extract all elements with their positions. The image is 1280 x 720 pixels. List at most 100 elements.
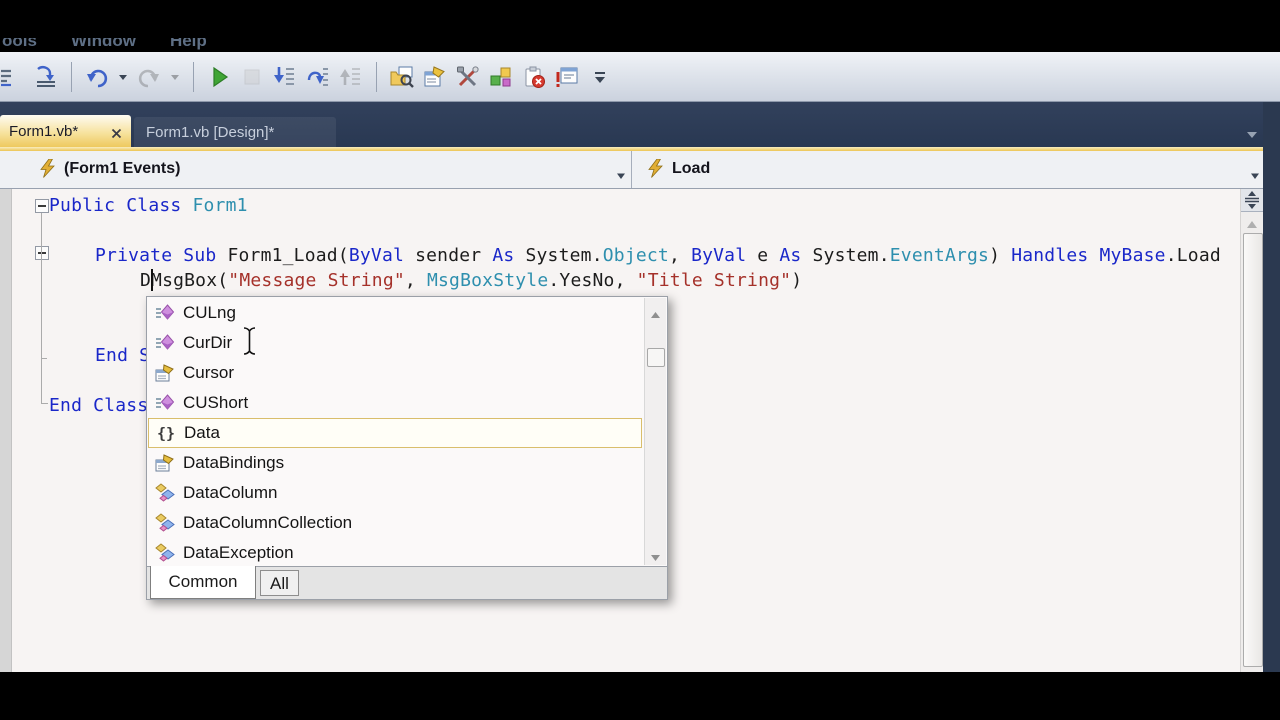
standard-toolbar [0, 52, 1280, 102]
code-token: As [492, 245, 526, 266]
completion-item-curdir[interactable]: CurDir [148, 328, 642, 358]
scroll-up-icon[interactable] [1246, 216, 1258, 228]
edit-lines-icon[interactable] [0, 64, 26, 90]
outline-tick [42, 358, 47, 359]
start-debugging-icon[interactable] [206, 64, 232, 90]
error-list-icon[interactable] [521, 64, 547, 90]
method-icon [155, 333, 175, 353]
code-token: ByVal [691, 245, 758, 266]
completion-item-cursor[interactable]: Cursor [148, 358, 642, 388]
completion-label: DataBindings [183, 453, 285, 472]
scrollbar-thumb[interactable] [647, 348, 665, 367]
undo-lines-icon[interactable] [33, 64, 59, 90]
vs-ide-window: ools Window Help Form1.vb* Form1.vb [Desig… [0, 0, 1280, 720]
completion-item-culng[interactable]: CULng [148, 298, 642, 328]
class-icon [155, 543, 175, 563]
property-icon [155, 363, 175, 383]
completion-label: Data [184, 423, 220, 442]
split-editor-handle[interactable] [1241, 189, 1263, 212]
collapse-region-button[interactable] [35, 246, 49, 260]
code-token: , [404, 270, 427, 291]
code-token: ) [791, 270, 803, 291]
property-icon [155, 453, 175, 473]
code-line: Public Class Form1 [49, 193, 248, 218]
completion-label: DataException [183, 543, 294, 562]
tab-form1-vb[interactable]: Form1.vb* [0, 115, 131, 147]
code-token: Form1_Load( [227, 245, 349, 266]
method-icon [155, 303, 175, 323]
completion-label: CULng [183, 303, 236, 322]
text-caret [151, 269, 153, 291]
method-combobox[interactable]: Load [672, 160, 710, 178]
toolbar-separator [193, 61, 194, 92]
window-edge [1263, 102, 1280, 672]
completion-item-datacolumncollection[interactable]: DataColumnCollection [148, 508, 642, 538]
completion-item-data[interactable]: {} Data [148, 418, 642, 448]
code-token: DMsgBox( [140, 270, 229, 291]
dropdown-arrow-icon[interactable] [117, 64, 129, 90]
outline-guide-line [41, 213, 42, 403]
completion-item-datacolumn[interactable]: DataColumn [148, 478, 642, 508]
chevron-down-icon[interactable] [616, 167, 626, 179]
close-icon[interactable] [111, 126, 122, 138]
menu-item-ools[interactable]: ools [2, 38, 37, 51]
completion-list[interactable]: CULng CurDir Cursor CUShort {} Data DataBindin… [146, 296, 668, 567]
scrollbar-thumb[interactable] [1243, 233, 1263, 667]
completion-label: Cursor [183, 363, 235, 382]
outline-tick [41, 403, 48, 404]
completion-item-databindings[interactable]: DataBindings [148, 448, 642, 478]
code-token: sender [415, 245, 493, 266]
namespace-icon: {} [156, 423, 176, 443]
code-token: System. [812, 245, 890, 266]
properties-window-icon[interactable] [422, 64, 448, 90]
menu-item-help[interactable]: Help [170, 38, 207, 51]
menu-item-window[interactable]: Window [71, 38, 136, 51]
editor-vertical-scrollbar[interactable] [1240, 189, 1263, 672]
scroll-up-icon[interactable] [650, 306, 661, 318]
code-token: ) [989, 245, 1012, 266]
completion-scrollbar[interactable] [644, 298, 666, 565]
code-token: As [779, 245, 813, 266]
class-icon [155, 483, 175, 503]
chevron-down-icon[interactable] [1250, 167, 1260, 179]
tab-all[interactable]: All [260, 570, 299, 596]
tab-label: Form1.vb* [9, 122, 79, 140]
toolbar-separator [376, 61, 377, 92]
document-list-chevron-icon[interactable] [1246, 127, 1258, 138]
code-token: Private Sub [95, 245, 228, 266]
code-token: End Class [49, 395, 149, 416]
letterbox-top [0, 0, 1280, 38]
undo-icon[interactable] [84, 64, 110, 90]
solution-explorer-icon[interactable] [389, 64, 415, 90]
object-browser-icon[interactable] [488, 64, 514, 90]
code-token: Form1 [192, 195, 248, 216]
completion-label: DataColumn [183, 483, 278, 502]
code-token: ByVal [348, 245, 416, 266]
letterbox-bottom [0, 672, 1280, 720]
tab-common[interactable]: Common [150, 566, 256, 599]
step-over-icon[interactable] [305, 64, 331, 90]
toolbar-overflow-icon[interactable] [587, 64, 613, 90]
code-line: End Class [49, 393, 148, 418]
tab-label: Form1.vb [Design]* [146, 123, 275, 141]
scroll-down-icon[interactable] [650, 549, 661, 561]
code-token: e [757, 245, 780, 266]
redo-icon [136, 64, 162, 90]
breakpoint-margin[interactable] [0, 189, 12, 672]
command-window-icon[interactable] [554, 64, 580, 90]
svg-text:{}: {} [157, 425, 175, 443]
events-lightning-icon [648, 158, 663, 178]
completion-item-dataexception[interactable]: DataException [148, 538, 642, 568]
class-combobox[interactable]: (Form1 Events) [64, 160, 180, 178]
code-token: MsgBoxStyle [426, 270, 549, 291]
step-out-icon [338, 64, 364, 90]
tab-form1-vb-design[interactable]: Form1.vb [Design]* [134, 117, 336, 147]
intellisense-popup: CULng CurDir Cursor CUShort {} Data DataBindin… [146, 296, 668, 600]
completion-item-cushort[interactable]: CUShort [148, 388, 642, 418]
step-into-icon[interactable] [272, 64, 298, 90]
code-line: DMsgBox("Message String", MsgBoxStyle.Ye… [140, 268, 802, 293]
toolbox-icon[interactable] [455, 64, 481, 90]
toolbar-separator [71, 61, 72, 92]
collapse-region-button[interactable] [35, 199, 49, 213]
code-token: Handles MyBase [1011, 245, 1166, 266]
